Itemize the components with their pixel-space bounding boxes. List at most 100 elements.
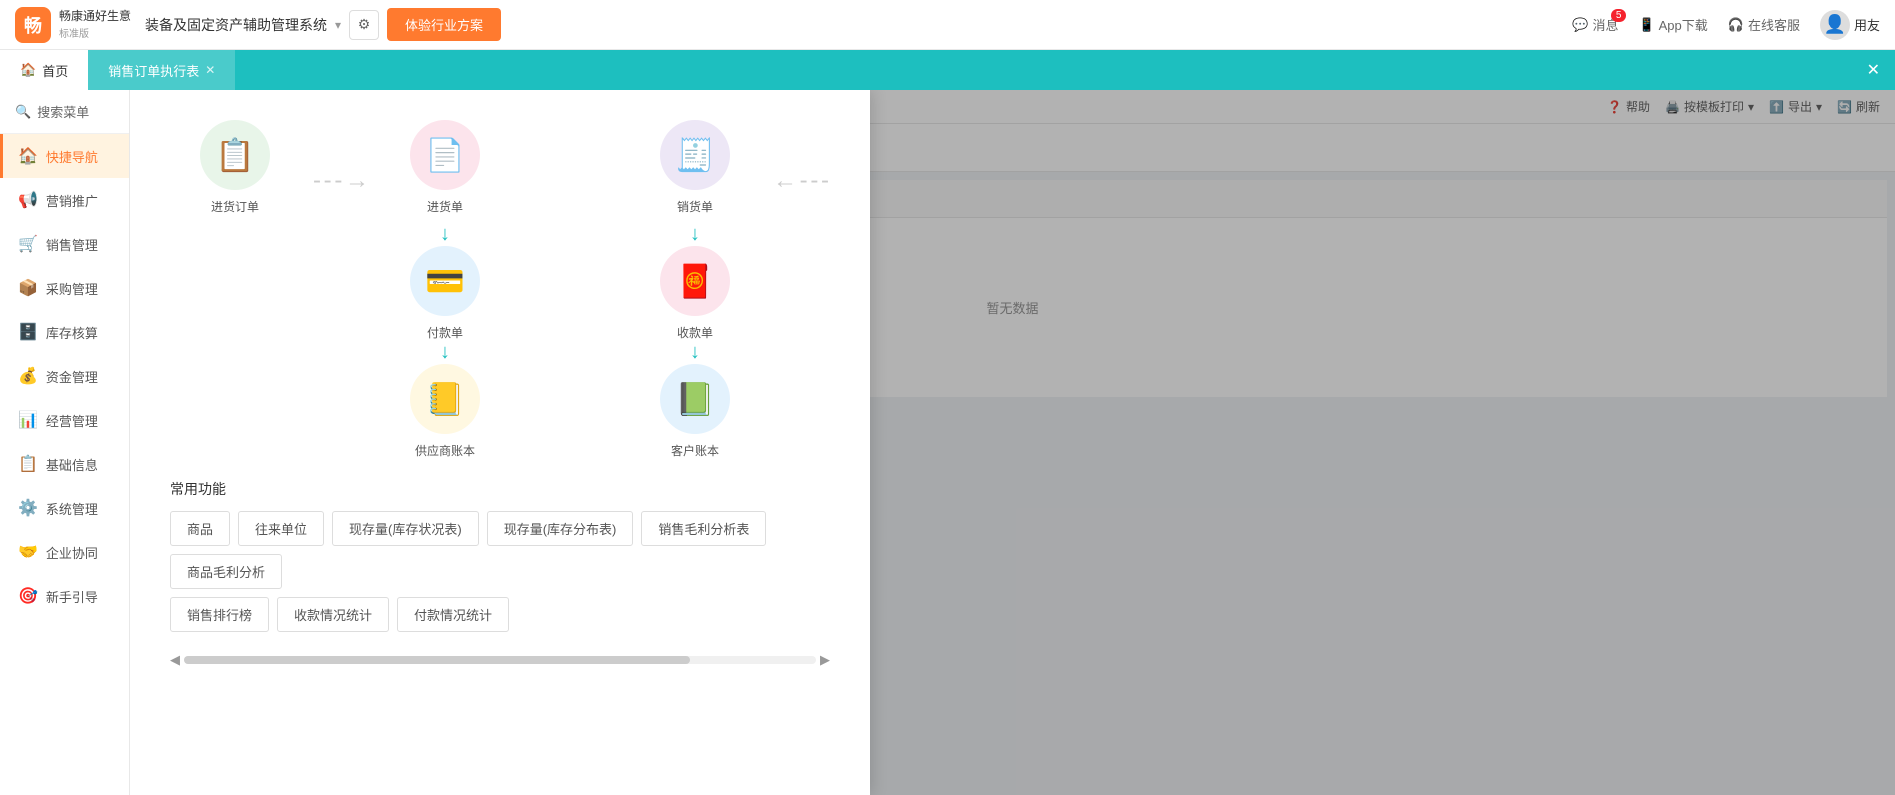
sidebar-item-inventory-label: 库存核算 [46, 323, 98, 342]
func-btn-payment-stats[interactable]: 付款情况统计 [397, 597, 509, 632]
common-functions-section: 常用功能 商品 往来单位 现存量(库存状况表) 现存量(库存分布表) 销售毛利分… [170, 479, 830, 632]
sales-bill-circle: 🧾 [660, 120, 730, 190]
func-btn-product-profit[interactable]: 商品毛利分析 [170, 554, 282, 589]
sidebar-item-basic-label: 基础信息 [46, 455, 98, 474]
scroll-right-arrow[interactable]: ▶ [820, 652, 830, 668]
header-right: 💬 5 消息 📱 App下载 🎧 在线客服 👤 用友 [1572, 10, 1880, 40]
message-button[interactable]: 💬 5 消息 [1572, 15, 1618, 34]
user-name: 用友 [1854, 15, 1880, 34]
sidebar-item-quick-nav-label: 快捷导航 [46, 147, 98, 166]
sidebar-item-purchase[interactable]: 📦 采购管理 [0, 266, 129, 310]
basic-icon: 📋 [18, 454, 38, 474]
sidebar-item-purchase-label: 采购管理 [46, 279, 98, 298]
user-area[interactable]: 👤 用友 [1820, 10, 1880, 40]
sidebar-item-newbie[interactable]: 🎯 新手引导 [0, 574, 129, 618]
sidebar-item-operations[interactable]: 📊 经营管理 [0, 398, 129, 442]
operations-icon: 📊 [18, 410, 38, 430]
tab-home-label: 首页 [42, 61, 68, 80]
flow-node-supplier-ledger[interactable]: 📒 供应商账本 [410, 364, 480, 459]
scroll-thumb[interactable] [184, 656, 690, 664]
tab-close-icon[interactable]: ✕ [205, 63, 215, 77]
sidebar-item-quick-nav[interactable]: 🏠 快捷导航 [0, 134, 129, 178]
flow-node-receipt-bill[interactable]: 🧧 收款单 [660, 246, 730, 341]
func-btn-stock-distribution[interactable]: 现存量(库存分布表) [487, 511, 634, 546]
system-dropdown-icon[interactable]: ▾ [335, 18, 341, 32]
enterprise-icon: 🤝 [18, 542, 38, 562]
trial-button[interactable]: 体验行业方案 [387, 8, 501, 41]
sidebar-item-sales-label: 销售管理 [46, 235, 98, 254]
func-btn-stock-status[interactable]: 现存量(库存状况表) [332, 511, 479, 546]
flow-node-payment-bill[interactable]: 💳 付款单 [410, 246, 480, 341]
content-area: ❓ 帮助 🖨️ 按模板打印 ▾ ⬆️ 导出 ▾ 🔄 刷新 yyyy-mm-dd [130, 90, 1895, 795]
receipt-bill-icon: 🧧 [675, 262, 715, 300]
quick-nav-icon: 🏠 [18, 146, 38, 166]
func-btn-sales-profit[interactable]: 销售毛利分析表 [641, 511, 766, 546]
arrow-v4: ↓ [690, 341, 700, 364]
modal-overlay[interactable]: 📋 进货订单 - - - → 📄 进货单 [130, 90, 1895, 795]
func-btn-receipt-stats[interactable]: 收款情况统计 [277, 597, 389, 632]
sidebar-item-marketing-label: 营销推广 [46, 191, 98, 210]
arrow-h1: - - - → [313, 167, 367, 215]
finance-icon: 💰 [18, 366, 38, 386]
func-row-2: 销售排行榜 收款情况统计 付款情况统计 [170, 597, 830, 632]
message-badge: 5 [1611, 9, 1627, 22]
marketing-icon: 📢 [18, 190, 38, 210]
sidebar-item-basic[interactable]: 📋 基础信息 [0, 442, 129, 486]
app-download-button[interactable]: 📱 App下载 [1638, 15, 1707, 34]
sidebar-item-marketing[interactable]: 📢 营销推广 [0, 178, 129, 222]
supplier-ledger-label: 供应商账本 [415, 442, 475, 459]
flow-node-customer-ledger[interactable]: 📗 客户账本 [660, 364, 730, 459]
flow-node-sales-bill[interactable]: 🧾 销货单 [660, 120, 730, 215]
func-btn-contacts[interactable]: 往来单位 [238, 511, 324, 546]
receipt-bill-circle: 🧧 [660, 246, 730, 316]
sidebar-item-finance-label: 资金管理 [46, 367, 98, 386]
receipt-bill-label: 收款单 [677, 324, 713, 341]
tab-home[interactable]: 🏠 首页 [0, 50, 88, 90]
newbie-icon: 🎯 [18, 586, 38, 606]
scroll-left-arrow[interactable]: ◀ [170, 652, 180, 668]
sidebar-item-sales[interactable]: 🛒 销售管理 [0, 222, 129, 266]
purchase-bill-icon: 📄 [425, 136, 465, 174]
arrow-v3: ↓ [440, 341, 450, 364]
sales-bill-icon: 🧾 [675, 136, 715, 174]
arrow-v2: ↓ [690, 223, 700, 246]
func-btn-sales-ranking[interactable]: 销售排行榜 [170, 597, 269, 632]
search-icon: 🔍 [15, 104, 31, 120]
sidebar: 🔍 搜索菜单 🏠 快捷导航 📢 营销推广 🛒 销售管理 📦 采购管理 🗄️ 库存… [0, 90, 130, 795]
scroll-bar-container: ◀ ▶ [170, 652, 830, 668]
supplier-ledger-icon: 📒 [425, 380, 465, 418]
payment-bill-icon: 💳 [425, 262, 465, 300]
customer-ledger-label: 客户账本 [671, 442, 719, 459]
flow-node-purchase-bill[interactable]: 📄 进货单 [410, 120, 480, 215]
settings-button[interactable]: ⚙ [349, 10, 379, 40]
search-menu-button[interactable]: 🔍 搜索菜单 [0, 90, 129, 134]
sales-bill-label: 销货单 [677, 198, 713, 215]
common-functions-title: 常用功能 [170, 479, 830, 499]
flow-node-purchase-order[interactable]: 📋 进货订单 [200, 120, 270, 215]
tab-sales-execution[interactable]: 销售订单执行表 ✕ [88, 50, 235, 90]
tab-close-all-icon[interactable]: ✕ [1867, 60, 1880, 80]
purchase-icon: 📦 [18, 278, 38, 298]
main-layout: 🔍 搜索菜单 🏠 快捷导航 📢 营销推广 🛒 销售管理 📦 采购管理 🗄️ 库存… [0, 90, 1895, 795]
arrow-h2: ← - - - [773, 167, 827, 215]
sales-icon: 🛒 [18, 234, 38, 254]
func-btn-product[interactable]: 商品 [170, 511, 230, 546]
modal-dialog: 📋 进货订单 - - - → 📄 进货单 [130, 90, 870, 795]
logo-area: 畅 畅康通好生意 标准版 [15, 7, 145, 43]
customer-ledger-icon: 📗 [675, 380, 715, 418]
search-menu-label: 搜索菜单 [37, 102, 89, 121]
inventory-icon: 🗄️ [18, 322, 38, 342]
logo-text: 畅康通好生意 [59, 9, 131, 25]
arrow-v1: ↓ [440, 223, 450, 246]
app-download-icon: 📱 [1638, 17, 1654, 33]
system-icon: ⚙️ [18, 498, 38, 518]
sidebar-item-finance[interactable]: 💰 资金管理 [0, 354, 129, 398]
sidebar-item-inventory[interactable]: 🗄️ 库存核算 [0, 310, 129, 354]
customer-ledger-circle: 📗 [660, 364, 730, 434]
top-header: 畅 畅康通好生意 标准版 装备及固定资产辅助管理系统 ▾ ⚙ 体验行业方案 💬 … [0, 0, 1895, 50]
sidebar-item-system[interactable]: ⚙️ 系统管理 [0, 486, 129, 530]
online-service-button[interactable]: 🎧 在线客服 [1728, 15, 1800, 34]
sidebar-item-enterprise[interactable]: 🤝 企业协同 [0, 530, 129, 574]
tab-sales-execution-label: 销售订单执行表 [108, 61, 199, 80]
purchase-bill-label: 进货单 [427, 198, 463, 215]
